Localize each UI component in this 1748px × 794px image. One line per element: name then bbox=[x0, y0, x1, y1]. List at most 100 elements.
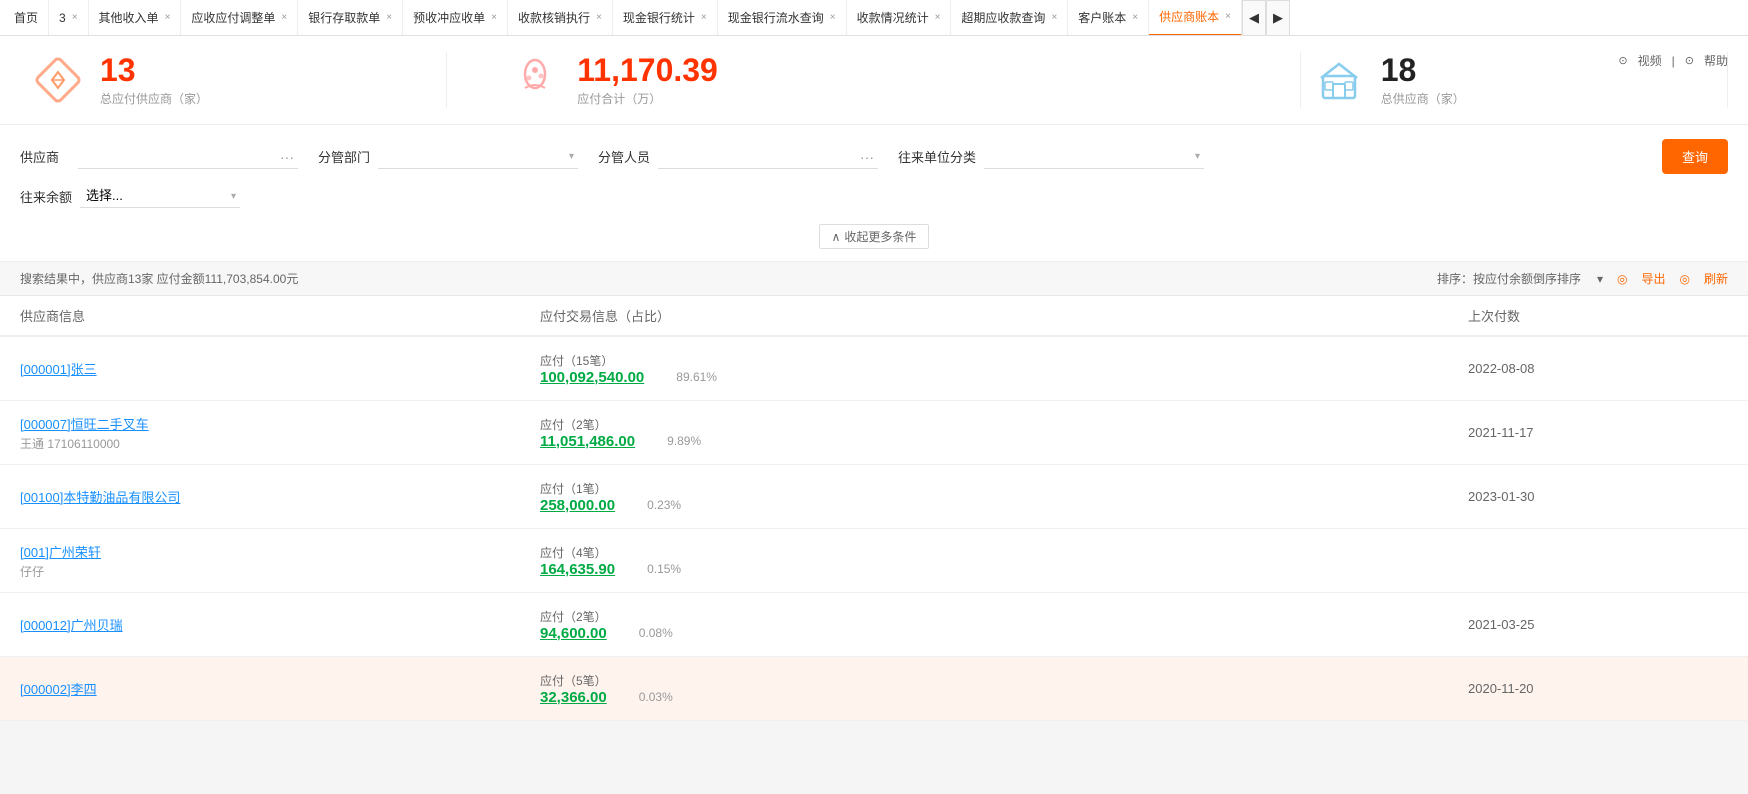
payable-amount[interactable]: 100,092,540.00 bbox=[540, 369, 644, 386]
last-payment-date: 2023-01-30 bbox=[1468, 489, 1728, 504]
supplier-input[interactable] bbox=[78, 145, 298, 169]
last-payment-date: 2021-11-17 bbox=[1468, 425, 1728, 440]
close-prepay-ar-icon[interactable]: × bbox=[491, 12, 497, 23]
close-overdue-ar-icon[interactable]: × bbox=[1051, 12, 1057, 23]
supplier-link[interactable]: [00100]本特勤油品有限公司 bbox=[20, 490, 180, 505]
nav-tab3[interactable]: 3 × bbox=[49, 0, 89, 36]
transaction-cell: 应付（2笔）94,600.00 0.08% bbox=[540, 608, 1468, 642]
supplier-dots-icon[interactable]: ··· bbox=[280, 149, 294, 165]
table-row: [000002]李四 应付（5笔）32,366.000.03%2020-11-20 bbox=[0, 657, 1748, 721]
nav-supplier-ledger[interactable]: 供应商账本 × bbox=[1149, 0, 1242, 36]
payable-percentage: 0.08% bbox=[639, 626, 673, 642]
nav-prev-arrow[interactable]: ◀ bbox=[1242, 0, 1266, 36]
close-customer-ledger-icon[interactable]: × bbox=[1132, 12, 1138, 23]
help-icon: ⊙ bbox=[1685, 54, 1694, 67]
stat-label-payable-amount: 应付合计（万） bbox=[577, 90, 718, 107]
payable-amount[interactable]: 32,366.00 bbox=[540, 689, 607, 706]
person-input[interactable] bbox=[658, 145, 878, 169]
person-dots-icon[interactable]: ··· bbox=[860, 149, 874, 165]
close-ar-adjust-icon[interactable]: × bbox=[281, 12, 287, 23]
stat-payable-suppliers: 13 总应付供应商（家） bbox=[20, 52, 447, 108]
close-bank-deposit-icon[interactable]: × bbox=[386, 12, 392, 23]
nav-bank-deposit[interactable]: 银行存取款单 × bbox=[298, 0, 403, 36]
col-header-transaction: 应付交易信息（占比） bbox=[540, 306, 1468, 325]
payable-amount[interactable]: 164,635.90 bbox=[540, 561, 615, 578]
stat-label-payable-suppliers: 总应付供应商（家） bbox=[100, 90, 208, 107]
payable-amount[interactable]: 11,051,486.00 bbox=[540, 433, 635, 450]
category-select-wrapper: ▾ bbox=[984, 145, 1204, 169]
transaction-cell: 应付（5笔）32,366.000.03% bbox=[540, 672, 1468, 706]
supplier-link[interactable]: [000002]李四 bbox=[20, 682, 97, 697]
table-row: [000012]广州贝瑞 应付（2笔）94,600.00 0.08% 2021-03-… bbox=[0, 593, 1748, 657]
dept-field: 分管部门 ▾ bbox=[318, 145, 578, 169]
last-payment-date: 2021-03-25 bbox=[1468, 617, 1728, 632]
help-link[interactable]: 帮助 bbox=[1704, 52, 1728, 69]
balance-label: 往来余额 bbox=[20, 187, 72, 206]
export-button[interactable]: 导出 bbox=[1641, 270, 1665, 287]
stat-icon-store bbox=[1311, 52, 1367, 108]
payable-detail: 应付（2笔）11,051,486.00 bbox=[540, 416, 635, 450]
supplier-link[interactable]: [000012]广州贝瑞 bbox=[20, 618, 123, 633]
payable-label: 应付（4笔） bbox=[540, 544, 615, 561]
payable-label: 应付（5笔） bbox=[540, 672, 607, 689]
category-select[interactable] bbox=[984, 145, 1204, 169]
collapse-button[interactable]: ∧ 收起更多条件 bbox=[819, 224, 930, 249]
person-label: 分管人员 bbox=[598, 147, 650, 166]
nav-cash-flow[interactable]: 现金银行流水查询 × bbox=[718, 0, 847, 36]
top-navigation: 首页 3 × 其他收入单 × 应收应付调整单 × 银行存取款单 × 预收冲应收单… bbox=[0, 0, 1748, 36]
last-payment-date: 2020-11-20 bbox=[1468, 681, 1728, 696]
balance-select[interactable]: 选择... bbox=[80, 184, 240, 208]
nav-customer-ledger[interactable]: 客户账本 × bbox=[1068, 0, 1149, 36]
payable-amount[interactable]: 94,600.00 bbox=[540, 625, 607, 642]
refresh-button[interactable]: 刷新 bbox=[1704, 270, 1728, 287]
supplier-contact: 王通 17106110000 bbox=[20, 435, 540, 452]
query-button[interactable]: 查询 bbox=[1662, 139, 1728, 174]
nav-cash-stat[interactable]: 现金银行统计 × bbox=[613, 0, 718, 36]
nav-home[interactable]: 首页 bbox=[4, 0, 49, 36]
table-row: [00100]本特勤油品有限公司 应付（1笔）258,000.000.23%202… bbox=[0, 465, 1748, 529]
results-actions: 排序：按应付余额倒序排序▾ ◎ 导出 ◎ 刷新 bbox=[1437, 270, 1728, 287]
category-label: 往来单位分类 bbox=[898, 147, 976, 166]
payable-percentage: 0.15% bbox=[647, 562, 681, 578]
search-area: 供应商 ··· 分管部门 ▾ 分管人员 ··· bbox=[0, 125, 1748, 262]
close-cash-flow-icon[interactable]: × bbox=[830, 12, 836, 23]
transaction-cell: 应付（4笔）164,635.90 0.15% bbox=[540, 544, 1468, 578]
stat-icon-grain bbox=[507, 52, 563, 108]
stats-header: 13 总应付供应商（家） 11,170.39 应付合计（万） bbox=[0, 36, 1748, 125]
table-row: [000007]恒旺二手叉车王通 17106110000应付（2笔）11,051… bbox=[0, 401, 1748, 465]
payable-detail: 应付（15笔）100,092,540.00 bbox=[540, 352, 644, 386]
nav-overdue-ar[interactable]: 超期应收款查询 × bbox=[951, 0, 1068, 36]
close-tab3-icon[interactable]: × bbox=[72, 12, 78, 23]
balance-select-wrapper: 选择... ▾ bbox=[80, 184, 240, 208]
sort-label[interactable]: 排序：按应付余额倒序排序 bbox=[1437, 270, 1581, 287]
payable-label: 应付（2笔） bbox=[540, 416, 635, 433]
nav-next-arrow[interactable]: ▶ bbox=[1266, 0, 1290, 36]
dept-select[interactable] bbox=[378, 145, 578, 169]
payable-amount[interactable]: 258,000.00 bbox=[540, 497, 615, 514]
payable-label: 应付（2笔） bbox=[540, 608, 607, 625]
supplier-link[interactable]: [000001]张三 bbox=[20, 362, 97, 377]
supplier-link[interactable]: [001]广州荣轩 bbox=[20, 545, 101, 560]
data-table: 供应商信息 应付交易信息（占比） 上次付数 [000001]张三应付（15笔）1… bbox=[0, 296, 1748, 721]
payable-detail: 应付（4笔）164,635.90 bbox=[540, 544, 615, 578]
nav-other-income[interactable]: 其他收入单 × bbox=[89, 0, 182, 36]
video-link[interactable]: 视频 bbox=[1638, 52, 1662, 69]
nav-prepay-ar[interactable]: 预收冲应收单 × bbox=[403, 0, 508, 36]
payable-label: 应付（1笔） bbox=[540, 480, 615, 497]
supplier-link[interactable]: [000007]恒旺二手叉车 bbox=[20, 417, 149, 432]
close-cash-stat-icon[interactable]: × bbox=[701, 12, 707, 23]
nav-ar-adjust[interactable]: 应收应付调整单 × bbox=[181, 0, 298, 36]
supplier-info-cell: [000012]广州贝瑞 bbox=[20, 615, 540, 634]
close-other-income-icon[interactable]: × bbox=[165, 12, 171, 23]
last-payment-date: 2022-08-08 bbox=[1468, 361, 1728, 376]
results-bar: 搜索结果中，供应商13家 应付金额111,703,854.00元 排序：按应付余… bbox=[0, 262, 1748, 296]
transaction-cell: 应付（1笔）258,000.000.23% bbox=[540, 480, 1468, 514]
header-actions: ⊙ 视频 | ⊙ 帮助 bbox=[1618, 52, 1728, 69]
close-receipt-stat-icon[interactable]: × bbox=[935, 12, 941, 23]
nav-receipt-verify[interactable]: 收款核销执行 × bbox=[508, 0, 613, 36]
nav-receipt-stat[interactable]: 收款情况统计 × bbox=[847, 0, 952, 36]
close-receipt-verify-icon[interactable]: × bbox=[596, 12, 602, 23]
close-supplier-ledger-icon[interactable]: × bbox=[1225, 11, 1231, 22]
transaction-cell: 应付（2笔）11,051,486.009.89% bbox=[540, 416, 1468, 450]
table-body: [000001]张三应付（15笔）100,092,540.0089.61%202… bbox=[0, 337, 1748, 721]
